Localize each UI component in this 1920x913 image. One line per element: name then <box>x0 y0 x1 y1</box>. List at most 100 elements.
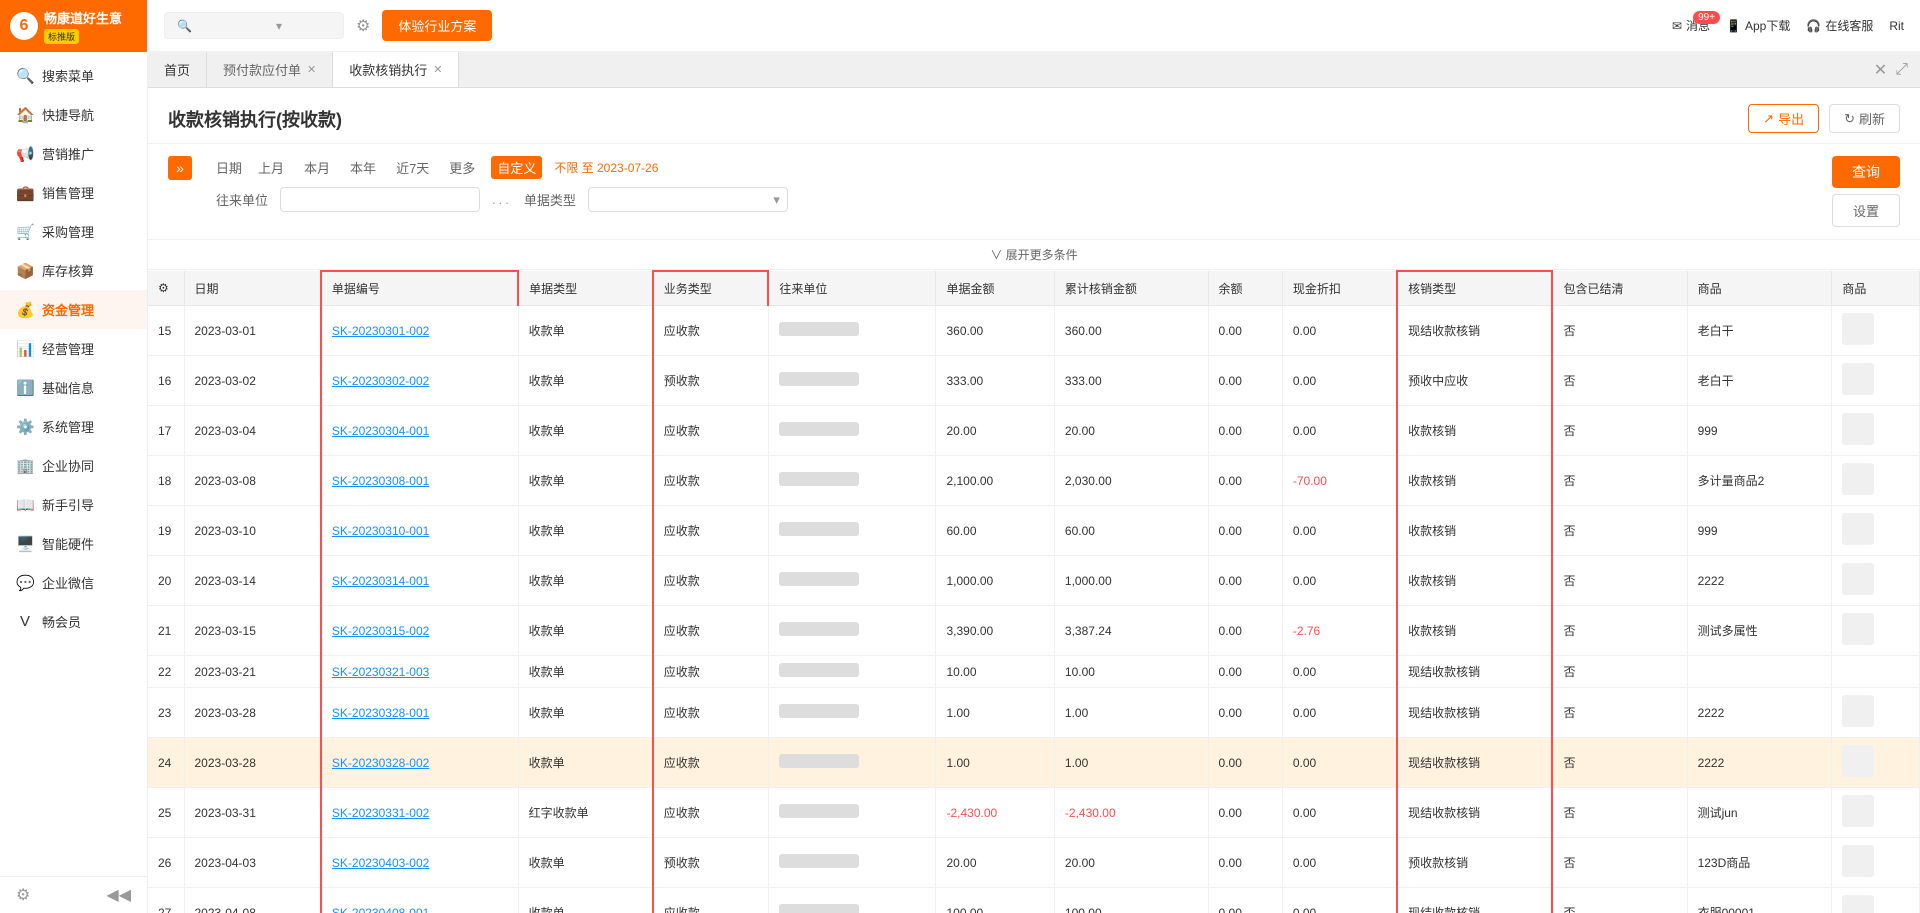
cell-verify-type: 收款核销 <box>1397 506 1552 556</box>
topbar-search[interactable]: 🔍 ▾ <box>164 12 344 39</box>
sidebar-item-member[interactable]: V 畅会员 <box>0 602 147 641</box>
table-row: 15 2023-03-01 SK-20230301-002 收款单 应收款 36… <box>148 306 1920 356</box>
cell-balance: 0.00 <box>1208 506 1282 556</box>
collapse-icon[interactable]: ◀◀ <box>106 885 131 905</box>
cell-goods: 测试多属性 <box>1687 606 1832 656</box>
cell-settled: 否 <box>1552 606 1687 656</box>
sidebar-item-quicknav[interactable]: 🏠 快捷导航 <box>0 95 147 134</box>
sidebar-item-wechat[interactable]: 💬 企业微信 <box>0 563 147 602</box>
sidebar-item-purchase[interactable]: 🛒 采购管理 <box>0 212 147 251</box>
cell-settled: 否 <box>1552 838 1687 888</box>
cell-verified: 60.00 <box>1054 506 1208 556</box>
cell-type: 收款单 <box>518 606 653 656</box>
tab-receipt[interactable]: 收款核销执行 ✕ <box>333 52 459 87</box>
query-button[interactable]: 查询 <box>1832 156 1900 188</box>
cell-goods-img <box>1832 888 1920 913</box>
sidebar-item-marketing[interactable]: 📢 营销推广 <box>0 134 147 173</box>
date-7days[interactable]: 近7天 <box>392 156 433 179</box>
sidebar-item-guide[interactable]: 📖 新手引导 <box>0 485 147 524</box>
expand-more-conditions[interactable]: ∨ 展开更多条件 <box>148 240 1920 270</box>
cell-balance: 0.00 <box>1208 306 1282 356</box>
close-tab-icon[interactable]: ✕ <box>1874 60 1887 80</box>
tab-home[interactable]: 首页 <box>148 52 207 87</box>
filter-toggle-button[interactable]: » <box>168 156 192 180</box>
sidebar-item-finance[interactable]: 💰 资金管理 <box>0 290 147 329</box>
operation-icon: 📊 <box>16 340 34 358</box>
cell-verify-type: 预收款核销 <box>1397 838 1552 888</box>
cell-amount: 1,000.00 <box>936 556 1054 606</box>
industry-solution-button[interactable]: 体验行业方案 <box>382 10 492 41</box>
cell-partner <box>768 556 936 606</box>
refresh-button[interactable]: ↻ 刷新 <box>1829 104 1900 133</box>
sidebar-item-inventory[interactable]: 📦 库存核算 <box>0 251 147 290</box>
cell-discount: 0.00 <box>1282 406 1397 456</box>
partner-input[interactable] <box>280 187 480 212</box>
user-name[interactable]: Rit <box>1889 19 1904 33</box>
partner-label: 往来单位 <box>216 190 268 209</box>
date-more[interactable]: 更多 <box>445 156 479 179</box>
cell-date: 2023-03-15 <box>184 606 321 656</box>
date-this-month[interactable]: 本月 <box>300 156 334 179</box>
cell-goods-img <box>1832 738 1920 788</box>
page-header: 收款核销执行(按收款) ↗ 导出 ↻ 刷新 <box>148 88 1920 144</box>
sidebar-item-hardware[interactable]: 🖥️ 智能硬件 <box>0 524 147 563</box>
sidebar-item-label: 新手引导 <box>42 495 94 514</box>
sidebar-nav: 🔍 搜索菜单 🏠 快捷导航 📢 营销推广 💼 销售管理 🛒 采购管理 📦 库存核… <box>0 52 147 876</box>
cell-goods-img <box>1832 788 1920 838</box>
cell-no: 15 <box>148 306 184 356</box>
cell-code: SK-20230321-003 <box>321 656 518 688</box>
sidebar-item-sales[interactable]: 💼 销售管理 <box>0 173 147 212</box>
headset-icon: 🎧 <box>1806 19 1821 33</box>
cell-partner <box>768 688 936 738</box>
cell-settled: 否 <box>1552 456 1687 506</box>
app-download-button[interactable]: 📱 App下载 <box>1726 17 1790 34</box>
message-icon: ✉ <box>1672 19 1682 33</box>
cell-biz-type: 预收款 <box>653 838 769 888</box>
cell-type: 收款单 <box>518 506 653 556</box>
purchase-icon: 🛒 <box>16 223 34 241</box>
cell-no: 25 <box>148 788 184 838</box>
settings-gear-icon[interactable]: ⚙ <box>16 885 30 905</box>
cell-no: 24 <box>148 738 184 788</box>
tab-payable[interactable]: 预付款应付单 ✕ <box>207 52 333 87</box>
date-this-year[interactable]: 本年 <box>346 156 380 179</box>
online-service-button[interactable]: 🎧 在线客服 <box>1806 17 1873 34</box>
dropdown-arrow-icon: ▾ <box>276 19 282 33</box>
sidebar-item-operation[interactable]: 📊 经营管理 <box>0 329 147 368</box>
cell-biz-type: 应收款 <box>653 788 769 838</box>
sidebar-item-corp[interactable]: 🏢 企业协同 <box>0 446 147 485</box>
message-button[interactable]: ✉ 消息 99+ <box>1672 17 1710 34</box>
cell-balance: 0.00 <box>1208 556 1282 606</box>
cell-code: SK-20230315-002 <box>321 606 518 656</box>
cell-code: SK-20230301-002 <box>321 306 518 356</box>
cell-goods: 老白干 <box>1687 356 1832 406</box>
export-button[interactable]: ↗ 导出 <box>1748 104 1819 133</box>
cell-goods: 2222 <box>1687 556 1832 606</box>
cell-type: 收款单 <box>518 688 653 738</box>
sidebar-item-search[interactable]: 🔍 搜索菜单 <box>0 56 147 95</box>
cell-verify-type: 现结收款核销 <box>1397 788 1552 838</box>
cell-date: 2023-03-08 <box>184 456 321 506</box>
cell-partner <box>768 888 936 913</box>
sidebar-item-label: 系统管理 <box>42 417 94 436</box>
table-row: 20 2023-03-14 SK-20230314-001 收款单 应收款 1,… <box>148 556 1920 606</box>
col-settings[interactable]: ⚙ <box>148 271 184 306</box>
sidebar-item-label: 畅会员 <box>42 612 81 631</box>
cell-partner <box>768 788 936 838</box>
maximize-icon[interactable]: ⤢ <box>1895 61 1908 79</box>
voucher-type-select[interactable] <box>588 187 788 212</box>
refresh-icon: ↻ <box>1844 111 1855 127</box>
sidebar-item-label: 基础信息 <box>42 378 94 397</box>
page-title: 收款核销执行(按收款) <box>168 106 342 132</box>
table-row: 18 2023-03-08 SK-20230308-001 收款单 应收款 2,… <box>148 456 1920 506</box>
tab-close-receipt[interactable]: ✕ <box>433 63 442 76</box>
sidebar-item-system[interactable]: ⚙️ 系统管理 <box>0 407 147 446</box>
tab-close-payable[interactable]: ✕ <box>307 63 316 76</box>
date-last-month[interactable]: 上月 <box>254 156 288 179</box>
cell-type: 收款单 <box>518 656 653 688</box>
date-custom[interactable]: 自定义 <box>491 156 542 179</box>
gear-icon[interactable]: ⚙ <box>356 16 370 36</box>
cell-partner <box>768 306 936 356</box>
settings-button[interactable]: 设置 <box>1832 194 1900 227</box>
sidebar-item-basic[interactable]: ℹ️ 基础信息 <box>0 368 147 407</box>
